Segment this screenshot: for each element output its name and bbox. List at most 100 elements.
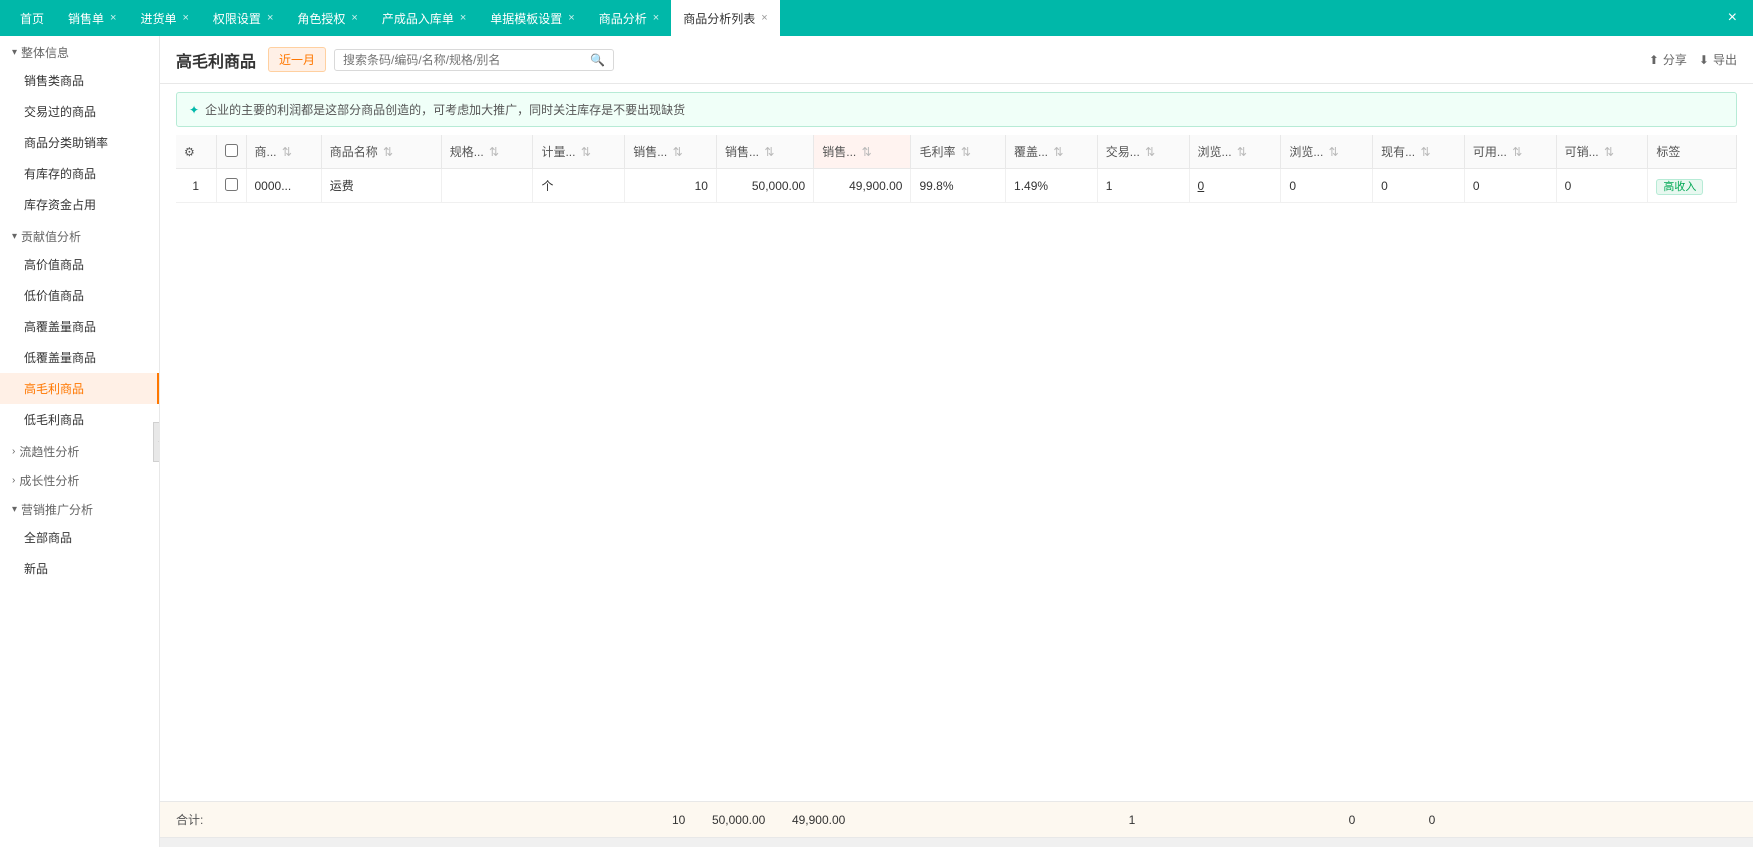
col-checkbox-header[interactable] — [216, 135, 246, 169]
col-unit-header[interactable]: 计量... ⇅ — [533, 135, 625, 169]
col-current-stock-header[interactable]: 现有... ⇅ — [1373, 135, 1465, 169]
sidebar-item-high-margin[interactable]: 高毛利商品 — [0, 373, 159, 404]
nav-close-role[interactable]: × — [351, 12, 357, 24]
sidebar-item-all-products[interactable]: 全部商品 — [0, 522, 159, 553]
footer-sales-cost: 49,900.00 — [773, 813, 853, 827]
cell-coverage: 1.49% — [1006, 169, 1098, 203]
nav-sales-order[interactable]: 销售单 × — [56, 0, 128, 36]
select-all-checkbox[interactable] — [225, 144, 238, 157]
cell-sales-amount: 50,000.00 — [716, 169, 813, 203]
nav-template-settings[interactable]: 单据模板设置 × — [478, 0, 586, 36]
col-code-header[interactable]: 商... ⇅ — [246, 135, 321, 169]
cell-checkbox[interactable] — [216, 169, 246, 203]
sidebar-group-contribution[interactable]: ▾ 贡献值分析 — [0, 220, 159, 249]
sidebar-item-sales-products[interactable]: 销售类商品 — [0, 65, 159, 96]
settings-icon: ⚙ — [184, 145, 195, 159]
nav-role-auth[interactable]: 角色授权 × — [285, 0, 369, 36]
sort-icon-5: ⇅ — [673, 145, 683, 159]
footer-sales-qty: 10 — [613, 813, 693, 827]
sidebar-group-marketing[interactable]: ▾ 营销推广分析 — [0, 493, 159, 522]
cell-browse1[interactable]: 0 — [1189, 169, 1281, 203]
export-button[interactable]: ⬇ 导出 — [1699, 51, 1737, 68]
col-gross-margin-header[interactable]: 毛利率 ⇅ — [911, 135, 1006, 169]
sort-icon-2: ⇅ — [383, 145, 393, 159]
nav-close-purchase[interactable]: × — [182, 12, 188, 24]
cell-spec — [441, 169, 533, 203]
nav-close-template[interactable]: × — [568, 12, 574, 24]
cell-seq: 1 — [176, 169, 216, 203]
sidebar-item-high-coverage[interactable]: 高覆盖量商品 — [0, 311, 159, 342]
sort-icon-11: ⇅ — [1237, 145, 1247, 159]
cell-available-stock: 0 — [1464, 169, 1556, 203]
col-tag-header[interactable]: 标签 — [1648, 135, 1737, 169]
row-checkbox[interactable] — [225, 178, 238, 191]
nav-close-finished[interactable]: × — [460, 12, 466, 24]
sidebar-item-low-coverage[interactable]: 低覆盖量商品 — [0, 342, 159, 373]
filter-recent-month-button[interactable]: 近一月 — [268, 47, 326, 72]
footer-values: 10 50,000.00 49,900.00 1 0 0 — [223, 813, 1443, 827]
horizontal-scrollbar[interactable] — [160, 837, 1753, 847]
sidebar-item-low-margin[interactable]: 低毛利商品 — [0, 404, 159, 435]
info-icon: ✦ — [189, 103, 199, 117]
col-sales-cost-header[interactable]: 销售... ⇅ — [814, 135, 911, 169]
col-coverage-header[interactable]: 覆盖... ⇅ — [1006, 135, 1098, 169]
col-transactions-header[interactable]: 交易... ⇅ — [1097, 135, 1189, 169]
sidebar-item-new-products[interactable]: 新品 — [0, 553, 159, 584]
table-header-row: ⚙ 商... ⇅ 商品名称 ⇅ — [176, 135, 1737, 169]
content-header: 高毛利商品 近一月 🔍 ⬆ 分享 ⬇ 导出 — [160, 36, 1753, 84]
nav-product-analysis-list[interactable]: 商品分析列表 × — [671, 0, 779, 36]
chevron-right-icon: › — [12, 446, 15, 457]
cell-code: 0000... — [246, 169, 321, 203]
sort-icon-13: ⇅ — [1420, 145, 1430, 159]
nav-home[interactable]: 首页 — [8, 0, 56, 36]
nav-close-analysis[interactable]: × — [653, 12, 659, 24]
footer-available-stock: 0 — [1363, 813, 1443, 827]
nav-purchase-order[interactable]: 进货单 × — [128, 0, 200, 36]
footer-label: 合计: — [176, 811, 203, 828]
nav-close-analysis-list[interactable]: × — [761, 12, 767, 24]
sort-icon-7: ⇅ — [862, 145, 872, 159]
col-spec-header[interactable]: 规格... ⇅ — [441, 135, 533, 169]
table-container[interactable]: ⚙ 商... ⇅ 商品名称 ⇅ — [160, 135, 1753, 801]
sidebar-item-category-rate[interactable]: 商品分类助销率 — [0, 127, 159, 158]
product-table: ⚙ 商... ⇅ 商品名称 ⇅ — [176, 135, 1737, 203]
nav-finished-goods[interactable]: 产成品入库单 × — [370, 0, 478, 36]
col-sales-qty-header[interactable]: 销售... ⇅ — [625, 135, 717, 169]
search-input[interactable] — [343, 53, 586, 67]
col-settings[interactable]: ⚙ — [176, 135, 216, 169]
sidebar-item-high-value[interactable]: 高价值商品 — [0, 249, 159, 280]
sidebar-group-overall[interactable]: ▾ 整体信息 — [0, 36, 159, 65]
nav-close-sales[interactable]: × — [110, 12, 116, 24]
cell-sellable-stock: 0 — [1556, 169, 1648, 203]
sidebar-collapse-button[interactable]: « — [153, 422, 160, 462]
sidebar-item-stock-capital[interactable]: 库存资金占用 — [0, 189, 159, 220]
cell-transactions: 1 — [1097, 169, 1189, 203]
col-sales-amount-header[interactable]: 销售... ⇅ — [716, 135, 813, 169]
chevron-down-icon-3: ▾ — [12, 504, 17, 515]
nav-product-analysis[interactable]: 商品分析 × — [587, 0, 671, 36]
share-icon: ⬆ — [1649, 53, 1659, 67]
main-container: ▾ 整体信息 销售类商品 交易过的商品 商品分类助销率 有库存的商品 库存资金占… — [0, 36, 1753, 847]
sidebar-group-trend[interactable]: › 流趋性分析 — [0, 435, 159, 464]
col-name-header[interactable]: 商品名称 ⇅ — [321, 135, 441, 169]
tag-badge: 高收入 — [1656, 179, 1703, 195]
share-button[interactable]: ⬆ 分享 — [1649, 51, 1687, 68]
sidebar-item-traded-products[interactable]: 交易过的商品 — [0, 96, 159, 127]
nav-close-all[interactable]: × — [1720, 9, 1745, 27]
sort-icon-12: ⇅ — [1329, 145, 1339, 159]
sidebar-group-growth[interactable]: › 成长性分析 — [0, 464, 159, 493]
sidebar-item-low-value[interactable]: 低价值商品 — [0, 280, 159, 311]
page-title: 高毛利商品 — [176, 48, 256, 72]
table-row: 1 0000... 运费 个 10 50,000.00 49,900.00 99… — [176, 169, 1737, 203]
sort-icon-4: ⇅ — [581, 145, 591, 159]
nav-close-permission[interactable]: × — [267, 12, 273, 24]
search-icon[interactable]: 🔍 — [590, 53, 605, 67]
nav-permission-settings[interactable]: 权限设置 × — [201, 0, 285, 36]
col-sellable-stock-header[interactable]: 可销... ⇅ — [1556, 135, 1648, 169]
sidebar-item-in-stock[interactable]: 有库存的商品 — [0, 158, 159, 189]
col-browse2-header[interactable]: 浏览... ⇅ — [1281, 135, 1373, 169]
sort-icon-15: ⇅ — [1604, 145, 1614, 159]
col-browse1-header[interactable]: 浏览... ⇅ — [1189, 135, 1281, 169]
col-available-stock-header[interactable]: 可用... ⇅ — [1464, 135, 1556, 169]
sort-icon-3: ⇅ — [489, 145, 499, 159]
